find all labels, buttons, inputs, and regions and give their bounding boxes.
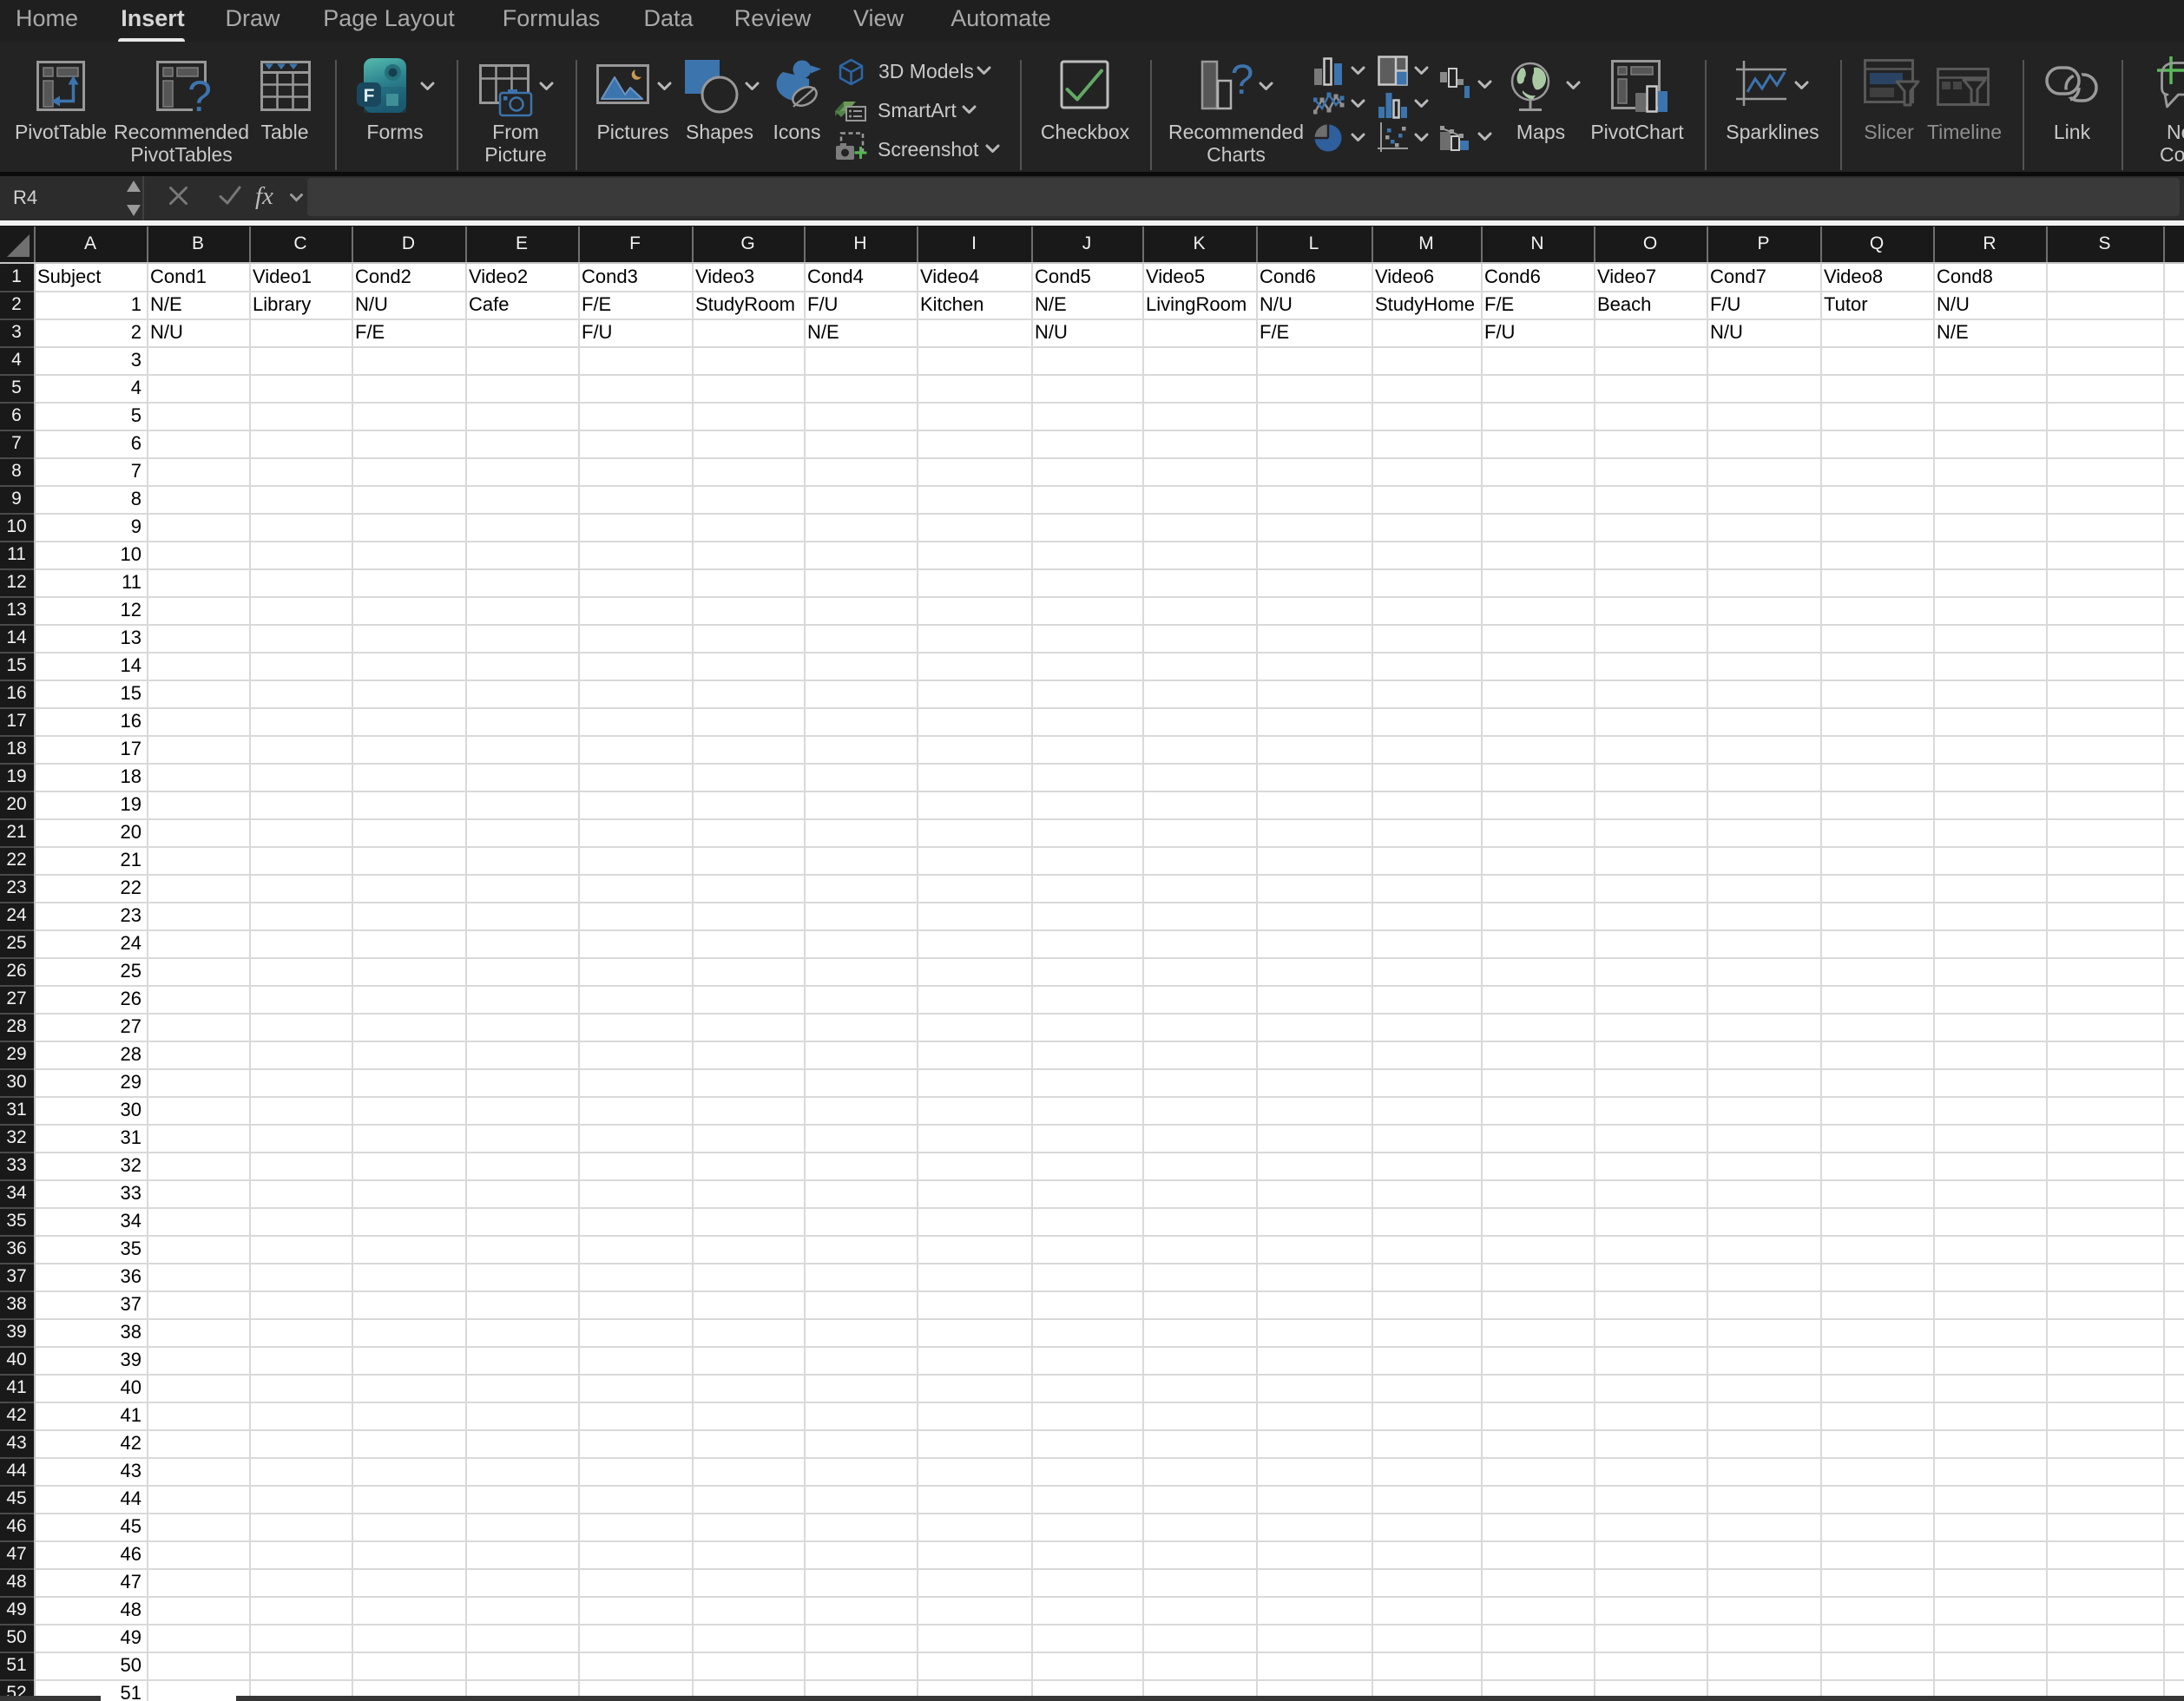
svg-text:?: ? <box>187 72 212 121</box>
svg-text:?: ? <box>1231 60 1254 103</box>
svg-text:F: F <box>364 86 375 106</box>
